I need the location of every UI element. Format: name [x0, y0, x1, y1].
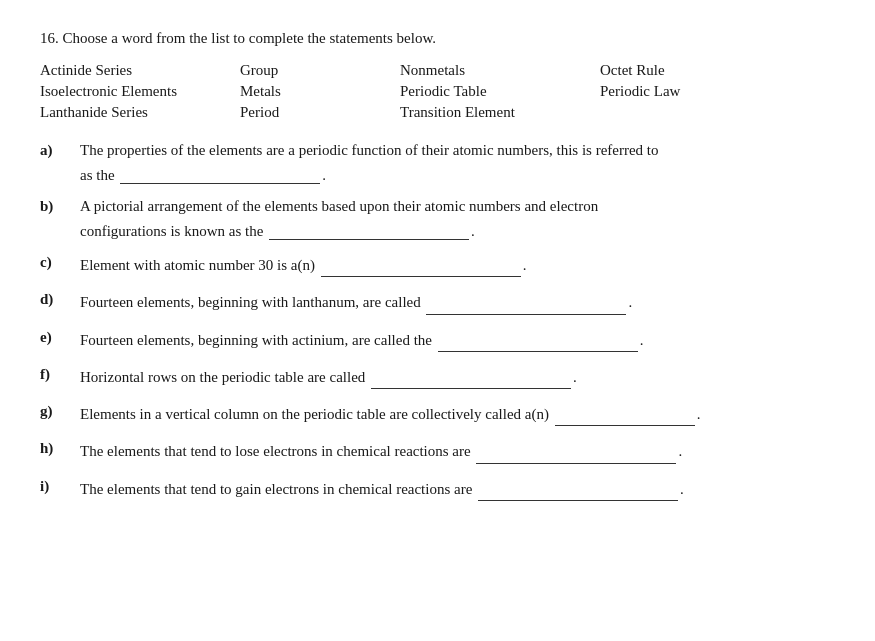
- word-list-item: Nonmetals: [400, 61, 600, 80]
- word-list-item: Transition Element: [400, 103, 600, 122]
- statement-c: c) Element with atomic number 30 is a(n)…: [40, 254, 835, 277]
- statement-letter-e: e): [40, 329, 80, 346]
- statement-d: d) Fourteen elements, beginning with lan…: [40, 291, 835, 314]
- statement-text-f: Horizontal rows on the periodic table ar…: [80, 366, 835, 389]
- statement-text-e: Fourteen elements, beginning with actini…: [80, 329, 835, 352]
- answer-blank-d[interactable]: [426, 314, 626, 315]
- statement-f: f) Horizontal rows on the periodic table…: [40, 366, 835, 389]
- statement-letter-f: f): [40, 366, 80, 383]
- statement-h: h) The elements that tend to lose electr…: [40, 440, 835, 463]
- statement-text-h: The elements that tend to lose electrons…: [80, 440, 835, 463]
- statement-letter-d: d): [40, 291, 80, 308]
- statement-line2: configurations is known as the .: [80, 223, 835, 240]
- statement-letter-h: h): [40, 440, 80, 457]
- statement-text-g: Elements in a vertical column on the per…: [80, 403, 835, 426]
- word-list-item: Periodic Law: [600, 82, 760, 101]
- word-list-item: Lanthanide Series: [40, 103, 240, 122]
- statement-line2: as the .: [80, 167, 835, 184]
- answer-blank-f[interactable]: [371, 388, 571, 389]
- word-list-item: Group: [240, 61, 400, 80]
- statement-line1: The properties of the elements are a per…: [80, 142, 835, 159]
- statement-g: g) Elements in a vertical column on the …: [40, 403, 835, 426]
- statement-b: b) A pictorial arrangement of the elemen…: [40, 198, 835, 240]
- statement-text-d: Fourteen elements, beginning with lantha…: [80, 291, 835, 314]
- word-list-item: Period: [240, 103, 400, 122]
- statement-letter-g: g): [40, 403, 80, 420]
- word-list-item: Periodic Table: [400, 82, 600, 101]
- answer-blank-i[interactable]: [478, 500, 678, 501]
- statement-text-i: The elements that tend to gain electrons…: [80, 478, 835, 501]
- word-list-item: Octet Rule: [600, 61, 760, 80]
- statement-i: i) The elements that tend to gain electr…: [40, 478, 835, 501]
- question-number: 16. Choose a word from the list to compl…: [40, 30, 835, 47]
- statement-line1: A pictorial arrangement of the elements …: [80, 198, 835, 215]
- answer-blank-g[interactable]: [555, 425, 695, 426]
- statement-text-c: Element with atomic number 30 is a(n) .: [80, 254, 835, 277]
- word-list-item: Actinide Series: [40, 61, 240, 80]
- answer-blank-h[interactable]: [476, 463, 676, 464]
- answer-blank-c[interactable]: [321, 276, 521, 277]
- word-list-item: Metals: [240, 82, 400, 101]
- word-list-item: Isoelectronic Elements: [40, 82, 240, 101]
- word-list: Actinide Series Group Nonmetals Octet Ru…: [40, 61, 835, 122]
- answer-blank-e[interactable]: [438, 351, 638, 352]
- word-list-item: [600, 103, 760, 122]
- question-header: 16. Choose a word from the list to compl…: [40, 30, 835, 47]
- statement-letter-i: i): [40, 478, 80, 495]
- statement-text-a: The properties of the elements are a per…: [80, 142, 835, 184]
- answer-blank-a[interactable]: [120, 183, 320, 184]
- statement-text-b: A pictorial arrangement of the elements …: [80, 198, 835, 240]
- answer-blank-b[interactable]: [269, 239, 469, 240]
- statement-a: a) The properties of the elements are a …: [40, 142, 835, 184]
- statements-list: a) The properties of the elements are a …: [40, 142, 835, 501]
- statement-e: e) Fourteen elements, beginning with act…: [40, 329, 835, 352]
- statement-letter-a: a): [40, 142, 80, 159]
- statement-letter-c: c): [40, 254, 80, 271]
- statement-letter-b: b): [40, 198, 80, 215]
